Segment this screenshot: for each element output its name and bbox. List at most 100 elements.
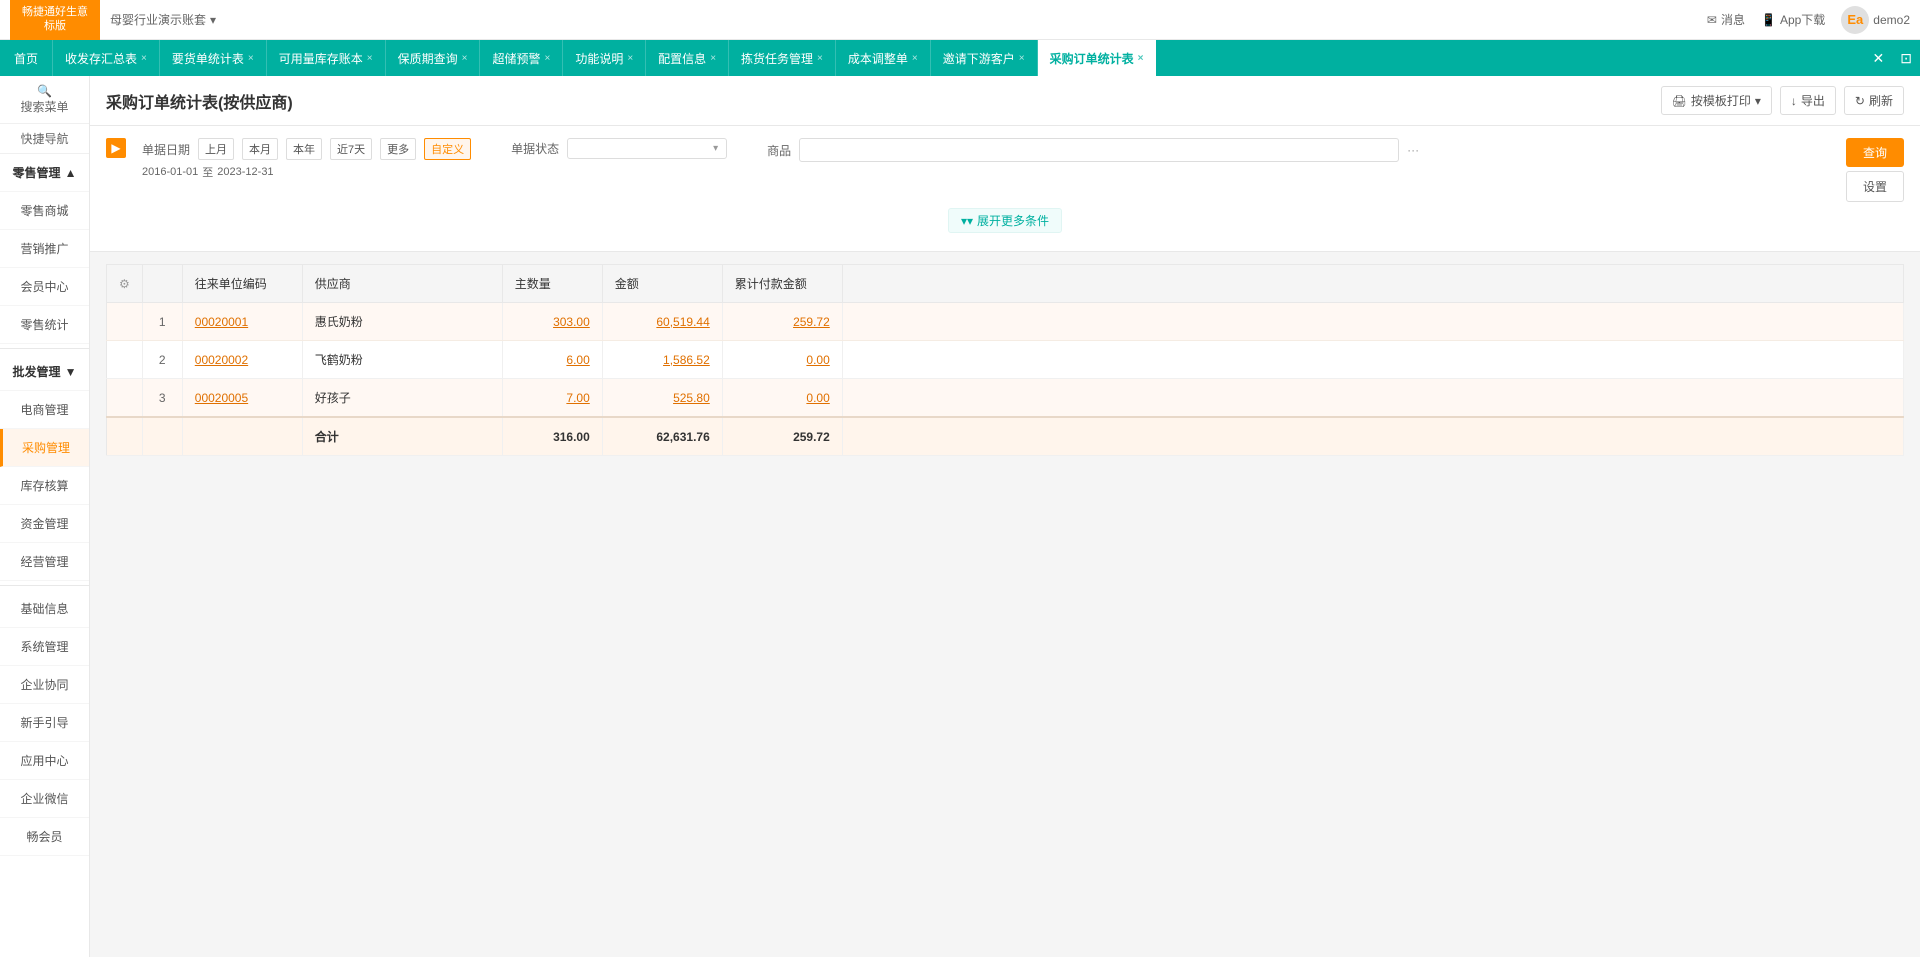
row-qty-link[interactable]: 303.00 xyxy=(553,315,590,329)
tab-receive-summary-close[interactable]: × xyxy=(141,53,147,64)
tab-home[interactable]: 首页 xyxy=(0,40,53,76)
tab-purchase-order-summary[interactable]: 采购订单统计表 × xyxy=(1038,40,1157,76)
sidebar-quick-nav[interactable]: 快捷导航 xyxy=(0,124,89,154)
tab-maximize-button[interactable]: ⊡ xyxy=(1892,50,1920,67)
date-shortcut-7days[interactable]: 近7天 xyxy=(330,138,372,160)
row-amount-link[interactable]: 1,586.52 xyxy=(663,353,710,367)
row-amount-cell[interactable]: 60,519.44 xyxy=(602,303,722,341)
table-row: 2 00020002 飞鹤奶粉 6.00 1,586.52 0.00 xyxy=(107,341,1904,379)
row-code-cell[interactable]: 00020005 xyxy=(182,379,302,418)
row-qty-link[interactable]: 7.00 xyxy=(566,391,589,405)
goods-filter-more[interactable]: ··· xyxy=(1407,143,1419,157)
query-button[interactable]: 查询 xyxy=(1846,138,1904,167)
tab-cost-adjustment[interactable]: 成本调整单 × xyxy=(836,40,931,76)
sidebar-item-retail-stats[interactable]: 零售统计 xyxy=(0,306,89,344)
app-download-button[interactable]: 📱 App下载 xyxy=(1761,11,1825,28)
date-to: 2023-12-31 xyxy=(217,166,273,178)
sidebar-item-retail-mgmt[interactable]: 零售管理 ▲ xyxy=(0,154,89,192)
user-profile[interactable]: Ea demo2 xyxy=(1841,6,1910,34)
row-paid-link[interactable]: 259.72 xyxy=(793,315,830,329)
print-arrow-icon: ▾ xyxy=(1755,94,1761,108)
tab-invite-downstream[interactable]: 邀请下游客户 × xyxy=(931,40,1038,76)
tab-order-summary[interactable]: 要货单统计表 × xyxy=(160,40,267,76)
sidebar-item-ops-mgmt[interactable]: 经营管理 xyxy=(0,543,89,581)
sidebar-item-new-guide[interactable]: 新手引导 xyxy=(0,704,89,742)
tab-overstock-alert-close[interactable]: × xyxy=(544,53,550,64)
tab-config-info-close[interactable]: × xyxy=(710,53,716,64)
tab-expiry-query-close[interactable]: × xyxy=(462,53,468,64)
row-settings-cell xyxy=(107,379,143,418)
table-settings-icon[interactable]: ⚙ xyxy=(119,277,130,291)
sidebar-search[interactable]: 🔍 搜索菜单 xyxy=(0,76,89,124)
tab-expiry-query[interactable]: 保质期查询 × xyxy=(386,40,481,76)
row-paid-cell[interactable]: 259.72 xyxy=(722,303,842,341)
row-qty-link[interactable]: 6.00 xyxy=(566,353,589,367)
sidebar-item-wholesale-mgmt[interactable]: 批发管理 ▼ xyxy=(0,353,89,391)
settings-button[interactable]: 设置 xyxy=(1846,171,1904,202)
tab-inventory-ledger[interactable]: 可用量库存账本 × xyxy=(267,40,386,76)
col-header-settings[interactable]: ⚙ xyxy=(107,265,143,303)
sidebar-item-inventory-check[interactable]: 库存核算 xyxy=(0,467,89,505)
sidebar-item-system-mgmt[interactable]: 系统管理 xyxy=(0,628,89,666)
row-paid-link[interactable]: 0.00 xyxy=(806,353,829,367)
sidebar-item-retail-store[interactable]: 零售商城 xyxy=(0,192,89,230)
row-code-link[interactable]: 00020002 xyxy=(195,353,248,367)
tab-pick-task-close[interactable]: × xyxy=(817,53,823,64)
row-amount-cell[interactable]: 525.80 xyxy=(602,379,722,418)
row-code-link[interactable]: 00020001 xyxy=(195,315,248,329)
sidebar-system-label: 系统管理 xyxy=(20,640,68,654)
tab-order-summary-close[interactable]: × xyxy=(248,53,254,64)
refresh-button[interactable]: ↻ 刷新 xyxy=(1844,86,1904,115)
expand-label: 展开更多条件 xyxy=(977,212,1049,229)
messages-button[interactable]: ✉ 消息 xyxy=(1707,11,1745,28)
sidebar-item-marketing[interactable]: 营销推广 xyxy=(0,230,89,268)
row-paid-cell[interactable]: 0.00 xyxy=(722,379,842,418)
row-paid-link[interactable]: 0.00 xyxy=(806,391,829,405)
print-button[interactable]: 🖨 按模板打印 ▾ xyxy=(1661,86,1772,115)
status-filter-select[interactable]: ▾ xyxy=(567,138,727,159)
row-qty-cell[interactable]: 303.00 xyxy=(502,303,602,341)
export-label: 导出 xyxy=(1801,92,1825,109)
tab-function-desc-close[interactable]: × xyxy=(627,53,633,64)
expand-more-button[interactable]: ▾▾ 展开更多条件 xyxy=(948,208,1062,233)
tab-cost-adjustment-close[interactable]: × xyxy=(912,53,918,64)
tab-purchase-order-summary-close[interactable]: × xyxy=(1138,53,1144,64)
export-button[interactable]: ↓ 导出 xyxy=(1780,86,1836,115)
row-qty-cell[interactable]: 7.00 xyxy=(502,379,602,418)
date-shortcut-more[interactable]: 更多 xyxy=(380,138,416,160)
tab-inventory-ledger-close[interactable]: × xyxy=(367,53,373,64)
date-shortcut-this-year[interactable]: 本年 xyxy=(286,138,322,160)
sidebar-item-basic-info[interactable]: 基础信息 xyxy=(0,590,89,628)
row-paid-cell[interactable]: 0.00 xyxy=(722,341,842,379)
row-code-cell[interactable]: 00020001 xyxy=(182,303,302,341)
date-shortcut-custom[interactable]: 自定义 xyxy=(424,138,471,160)
tab-invite-downstream-close[interactable]: × xyxy=(1019,53,1025,64)
row-qty-cell[interactable]: 6.00 xyxy=(502,341,602,379)
sidebar-item-enterprise-collab[interactable]: 企业协同 xyxy=(0,666,89,704)
tab-pick-task[interactable]: 拣货任务管理 × xyxy=(729,40,836,76)
row-amount-link[interactable]: 60,519.44 xyxy=(656,315,709,329)
sidebar-item-vip[interactable]: 畅会员 xyxy=(0,818,89,856)
sidebar-item-member-center[interactable]: 会员中心 xyxy=(0,268,89,306)
sidebar-item-purchase-mgmt[interactable]: 采购管理 xyxy=(0,429,89,467)
date-shortcut-this-month[interactable]: 本月 xyxy=(242,138,278,160)
tab-config-info[interactable]: 配置信息 × xyxy=(646,40,729,76)
goods-filter-input[interactable] xyxy=(799,138,1399,162)
tab-close-all-button[interactable]: ✕ xyxy=(1865,50,1893,67)
sidebar-item-ecommerce[interactable]: 电商管理 xyxy=(0,391,89,429)
filter-toggle-arrow[interactable]: ▶ xyxy=(106,138,126,158)
workspace-selector[interactable]: 母婴行业演示账套 ▾ xyxy=(100,11,226,28)
row-code-cell[interactable]: 00020002 xyxy=(182,341,302,379)
row-amount-cell[interactable]: 1,586.52 xyxy=(602,341,722,379)
tab-receive-summary[interactable]: 收发存汇总表 × xyxy=(53,40,160,76)
total-supplier-cell: 合计 xyxy=(302,417,502,456)
sidebar-item-enterprise-wechat[interactable]: 企业微信 xyxy=(0,780,89,818)
tab-overstock-alert[interactable]: 超储预警 × xyxy=(480,40,563,76)
sidebar-item-finance[interactable]: 资金管理 xyxy=(0,505,89,543)
date-shortcut-last-month[interactable]: 上月 xyxy=(198,138,234,160)
tab-controls: ✕ ⊡ xyxy=(1865,50,1920,67)
row-code-link[interactable]: 00020005 xyxy=(195,391,248,405)
tab-function-desc[interactable]: 功能说明 × xyxy=(563,40,646,76)
sidebar-item-app-center[interactable]: 应用中心 xyxy=(0,742,89,780)
row-amount-link[interactable]: 525.80 xyxy=(673,391,710,405)
